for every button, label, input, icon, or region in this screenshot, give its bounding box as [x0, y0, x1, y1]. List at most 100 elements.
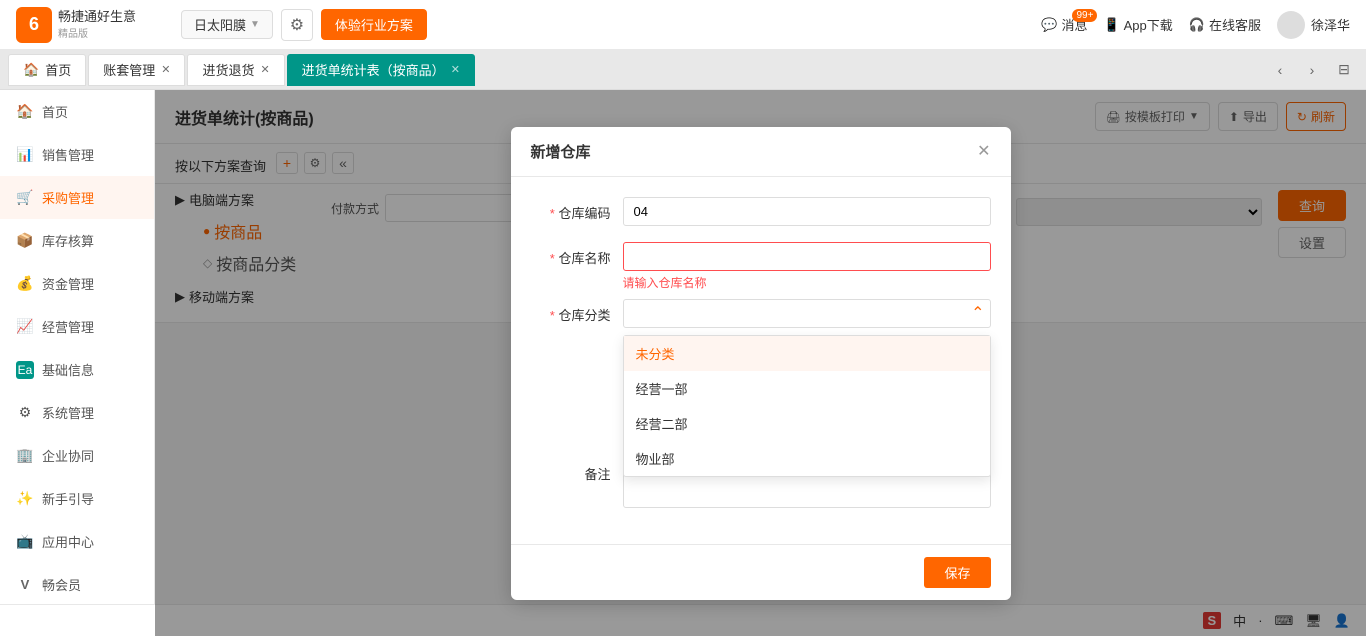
- save-button[interactable]: 保存: [924, 557, 990, 588]
- gear-icon: ⚙: [290, 15, 304, 35]
- tab-purchase-stat[interactable]: 进货单统计表（按商品） ✕: [287, 54, 475, 86]
- sidebar-enterprise-label: 企业协同: [42, 446, 94, 465]
- system-icon: ⚙: [16, 404, 34, 422]
- sidebar-item-system[interactable]: ⚙ 系统管理: [0, 391, 154, 434]
- sidebar-item-home[interactable]: 🏠 首页: [0, 90, 154, 133]
- sidebar-home-label: 首页: [42, 102, 68, 121]
- service-label: 在线客服: [1209, 15, 1261, 34]
- sidebar-item-operations[interactable]: 📈 经营管理: [0, 305, 154, 348]
- sidebar-operations-label: 经营管理: [42, 317, 94, 336]
- dropdown-item-dept1[interactable]: 经营一部: [624, 371, 990, 406]
- category-input[interactable]: [623, 299, 991, 328]
- sidebar-item-purchase[interactable]: 🛒 采购管理: [0, 176, 154, 219]
- operations-icon: 📈: [16, 318, 34, 336]
- app-download-label: App下载: [1124, 15, 1173, 34]
- modal-footer: 保存: [511, 544, 1011, 600]
- notification-button[interactable]: 💬 消息 99+: [1041, 15, 1087, 34]
- category-input-wrap: ⌃ 未分类 经营一部 经营二部 物业部: [623, 299, 991, 328]
- tab-home[interactable]: 🏠 首页: [8, 54, 86, 86]
- app-center-icon: 📺: [16, 533, 34, 551]
- notes-label: 备注: [531, 458, 611, 483]
- new-warehouse-modal: 新增仓库 ✕ * 仓库编码 *: [511, 127, 1011, 600]
- store-name: 日太阳膜: [194, 15, 246, 34]
- tab-actions: ‹ › ⊟: [1266, 56, 1358, 84]
- sidebar-item-inventory[interactable]: 📦 库存核算: [0, 219, 154, 262]
- tab-purchase-return-close[interactable]: ✕: [260, 63, 269, 76]
- name-input[interactable]: [623, 242, 991, 271]
- modal-title: 新增仓库: [531, 141, 591, 162]
- code-input[interactable]: [623, 197, 991, 226]
- vip-icon: V: [16, 576, 34, 594]
- notification-badge: 99+: [1072, 9, 1097, 22]
- home-icon: 🏠: [16, 103, 34, 121]
- sidebar-item-enterprise[interactable]: 🏢 企业协同: [0, 434, 154, 477]
- headset-icon: 🎧: [1189, 17, 1205, 33]
- logo-area: 6 畅捷通好生意 精品版: [16, 7, 171, 43]
- finance-icon: 💰: [16, 275, 34, 293]
- top-header: 6 畅捷通好生意 精品版 日太阳膜 ▼ ⚙ 体验行业方案 💬 消息 99+ 📱 …: [0, 0, 1366, 50]
- category-label: * 仓库分类: [531, 299, 611, 324]
- name-field-row: * 仓库名称 请输入仓库名称: [531, 242, 991, 271]
- sidebar-item-sales[interactable]: 📊 销售管理: [0, 133, 154, 176]
- main-layout: 🏠 首页 📊 销售管理 🛒 采购管理 📦 库存核算 💰 资金管理 📈 经营管理 …: [0, 90, 1366, 636]
- sidebar-item-app-center[interactable]: 📺 应用中心: [0, 520, 154, 563]
- basic-icon: Ea: [16, 361, 34, 379]
- category-dropdown: 未分类 经营一部 经营二部 物业部: [623, 335, 991, 477]
- app-download-button[interactable]: 📱 App下载: [1103, 15, 1172, 34]
- tab-accounts-close[interactable]: ✕: [161, 63, 170, 76]
- sidebar-system-label: 系统管理: [42, 403, 94, 422]
- code-label: * 仓库编码: [531, 197, 611, 222]
- modal-close-button[interactable]: ✕: [977, 141, 990, 161]
- newbie-icon: ✨: [16, 490, 34, 508]
- sidebar-newbie-label: 新手引导: [42, 489, 94, 508]
- dropdown-item-none[interactable]: 未分类: [624, 336, 990, 371]
- tab-next-button[interactable]: ›: [1298, 56, 1326, 84]
- sidebar-sales-label: 销售管理: [42, 145, 94, 164]
- modal-header: 新增仓库 ✕: [511, 127, 1011, 177]
- dropdown-item-property[interactable]: 物业部: [624, 441, 990, 476]
- chevron-down-icon: ▼: [250, 19, 260, 30]
- online-service-button[interactable]: 🎧 在线客服: [1189, 15, 1261, 34]
- dropdown-item-dept2[interactable]: 经营二部: [624, 406, 990, 441]
- category-field-row: * 仓库分类 ⌃ 未分类 经营一部 经营二部 物业部: [531, 299, 991, 328]
- modal-body: * 仓库编码 * 仓库名称 请输入仓库名称: [511, 177, 1011, 544]
- phone-icon: 📱: [1103, 17, 1119, 33]
- sidebar-item-basic[interactable]: Ea 基础信息: [0, 348, 154, 391]
- name-error-msg: 请输入仓库名称: [623, 274, 707, 291]
- tab-home-label: 首页: [45, 60, 71, 79]
- modal-overlay[interactable]: 新增仓库 ✕ * 仓库编码 *: [155, 90, 1366, 636]
- store-selector[interactable]: 日太阳膜 ▼: [181, 10, 273, 39]
- avatar: [1277, 11, 1305, 39]
- tab-purchase-stat-label: 进货单统计表（按商品）: [302, 60, 445, 79]
- tab-prev-button[interactable]: ‹: [1266, 56, 1294, 84]
- sidebar-item-finance[interactable]: 💰 资金管理: [0, 262, 154, 305]
- content-area: 进货单统计(按商品) 🖨 按模板打印 ▼ ⬆ 导出 ↻ 刷新 按以下方案查询: [155, 90, 1366, 636]
- tab-purchase-return[interactable]: 进货退货 ✕: [187, 54, 284, 86]
- sidebar-inventory-label: 库存核算: [42, 231, 94, 250]
- logo-icon: 6: [16, 7, 52, 43]
- user-area[interactable]: 徐泽华: [1277, 11, 1350, 39]
- name-label: * 仓库名称: [531, 242, 611, 267]
- tab-accounts[interactable]: 账套管理 ✕: [88, 54, 185, 86]
- sidebar-basic-label: 基础信息: [42, 360, 94, 379]
- sidebar-app-center-label: 应用中心: [42, 532, 94, 551]
- category-toggle-button[interactable]: ⌃: [971, 303, 984, 323]
- sidebar-finance-label: 资金管理: [42, 274, 94, 293]
- experience-button[interactable]: 体验行业方案: [321, 9, 427, 40]
- app-badge: 精品版: [58, 25, 136, 40]
- sidebar-purchase-label: 采购管理: [42, 188, 94, 207]
- user-name: 徐泽华: [1311, 15, 1350, 34]
- message-icon: 💬: [1041, 17, 1057, 33]
- tab-menu-button[interactable]: ⊟: [1330, 56, 1358, 84]
- sidebar-item-newbie[interactable]: ✨ 新手引导: [0, 477, 154, 520]
- tab-purchase-return-label: 进货退货: [202, 60, 254, 79]
- tab-accounts-label: 账套管理: [103, 60, 155, 79]
- sidebar-item-vip[interactable]: V 畅会员: [0, 563, 154, 606]
- settings-button[interactable]: ⚙: [281, 9, 313, 41]
- code-field-row: * 仓库编码: [531, 197, 991, 226]
- tab-purchase-stat-close[interactable]: ✕: [451, 63, 460, 76]
- app-name: 畅捷通好生意: [58, 9, 136, 26]
- tab-bar: 🏠 首页 账套管理 ✕ 进货退货 ✕ 进货单统计表（按商品） ✕ ‹ › ⊟: [0, 50, 1366, 90]
- inventory-icon: 📦: [16, 232, 34, 250]
- header-right: 💬 消息 99+ 📱 App下载 🎧 在线客服 徐泽华: [1041, 11, 1350, 39]
